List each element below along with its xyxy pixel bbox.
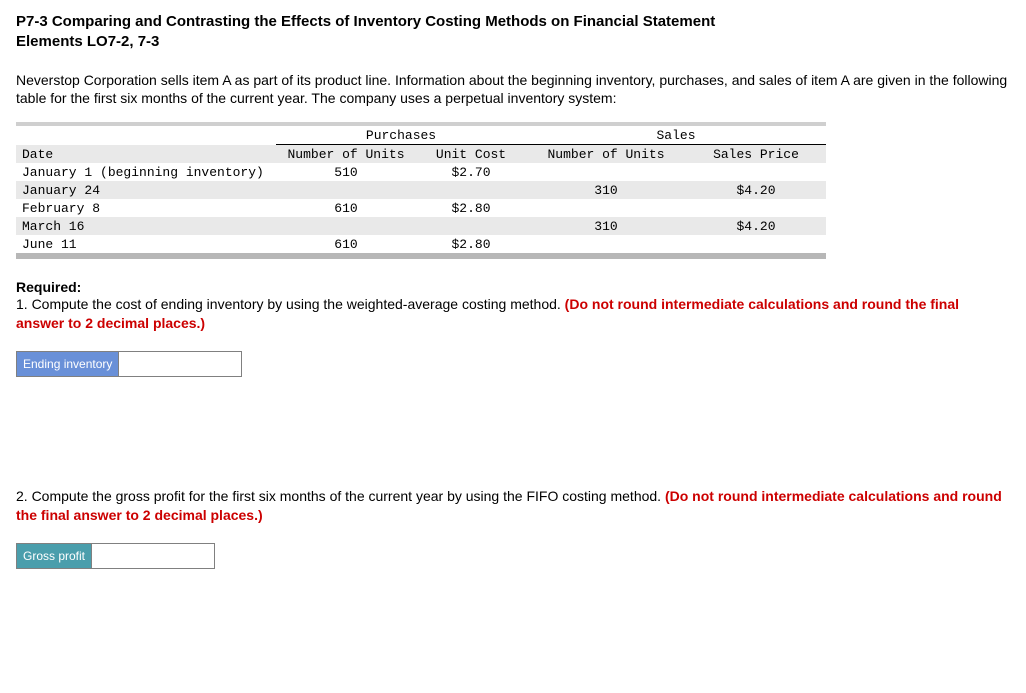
title-line-1: P7-3 Comparing and Contrasting the Effec… [16,13,715,30]
q2-answer-label: Gross profit [17,543,92,568]
required-label: Required: [16,279,81,295]
cell-sales-units [526,199,686,217]
cell-sales-units: 310 [526,181,686,199]
gross-profit-input[interactable] [93,547,213,565]
cell-date: June 11 [16,235,276,253]
table-row: June 11 610 $2.80 [16,235,826,253]
cell-sales-units [526,235,686,253]
cell-sales-price: $4.20 [686,181,826,199]
q2-answer-cell [92,543,215,568]
question-1: 1. Compute the cost of ending inventory … [16,295,1010,333]
table-row: January 24 310 $4.20 [16,181,826,199]
q1-answer-table: Ending inventory [16,351,242,377]
cell-unit-cost [416,181,526,199]
q2-text: 2. Compute the gross profit for the firs… [16,488,665,504]
cell-unit-cost: $2.80 [416,235,526,253]
cell-unit-cost [416,217,526,235]
table-row: February 8 610 $2.80 [16,199,826,217]
cell-date: February 8 [16,199,276,217]
table-row: March 16 310 $4.20 [16,217,826,235]
col-sales-price: Sales Price [686,145,826,164]
cell-purchase-units: 610 [276,199,416,217]
cell-sales-price [686,235,826,253]
problem-title: P7-3 Comparing and Contrasting the Effec… [16,12,1010,53]
question-2: 2. Compute the gross profit for the firs… [16,487,1010,525]
purchases-header: Purchases [276,126,526,145]
cell-purchase-units [276,217,416,235]
cell-sales-price [686,199,826,217]
page: P7-3 Comparing and Contrasting the Effec… [0,0,1026,599]
cell-sales-units [526,163,686,181]
q1-answer-label: Ending inventory [17,352,119,377]
col-unit-cost: Unit Cost [416,145,526,164]
blank-cell [16,126,276,145]
cell-unit-cost: $2.80 [416,199,526,217]
cell-date: March 16 [16,217,276,235]
title-line-2: Elements LO7-2, 7-3 [16,33,159,50]
cell-date: January 1 (beginning inventory) [16,163,276,181]
q1-answer-row: Ending inventory [16,351,1010,377]
cell-unit-cost: $2.70 [416,163,526,181]
cell-purchase-units [276,181,416,199]
q2-answer-table: Gross profit [16,543,215,569]
required-block: Required: 1. Compute the cost of ending … [16,279,1010,333]
cell-sales-price [686,163,826,181]
table-bottom-shade [16,253,826,259]
q2-answer-row: Gross profit [16,543,1010,569]
q1-answer-cell [119,352,242,377]
cell-purchase-units: 510 [276,163,416,181]
cell-sales-price: $4.20 [686,217,826,235]
col-sales-units: Number of Units [526,145,686,164]
table-row: January 1 (beginning inventory) 510 $2.7… [16,163,826,181]
col-purchase-units: Number of Units [276,145,416,164]
cell-purchase-units: 610 [276,235,416,253]
ending-inventory-input[interactable] [120,355,240,373]
cell-sales-units: 310 [526,217,686,235]
col-date: Date [16,145,276,164]
sales-header: Sales [526,126,826,145]
inventory-table: Purchases Sales Date Number of Units Uni… [16,122,826,259]
problem-intro: Neverstop Corporation sells item A as pa… [16,71,1010,109]
cell-date: January 24 [16,181,276,199]
q1-text: 1. Compute the cost of ending inventory … [16,296,565,312]
